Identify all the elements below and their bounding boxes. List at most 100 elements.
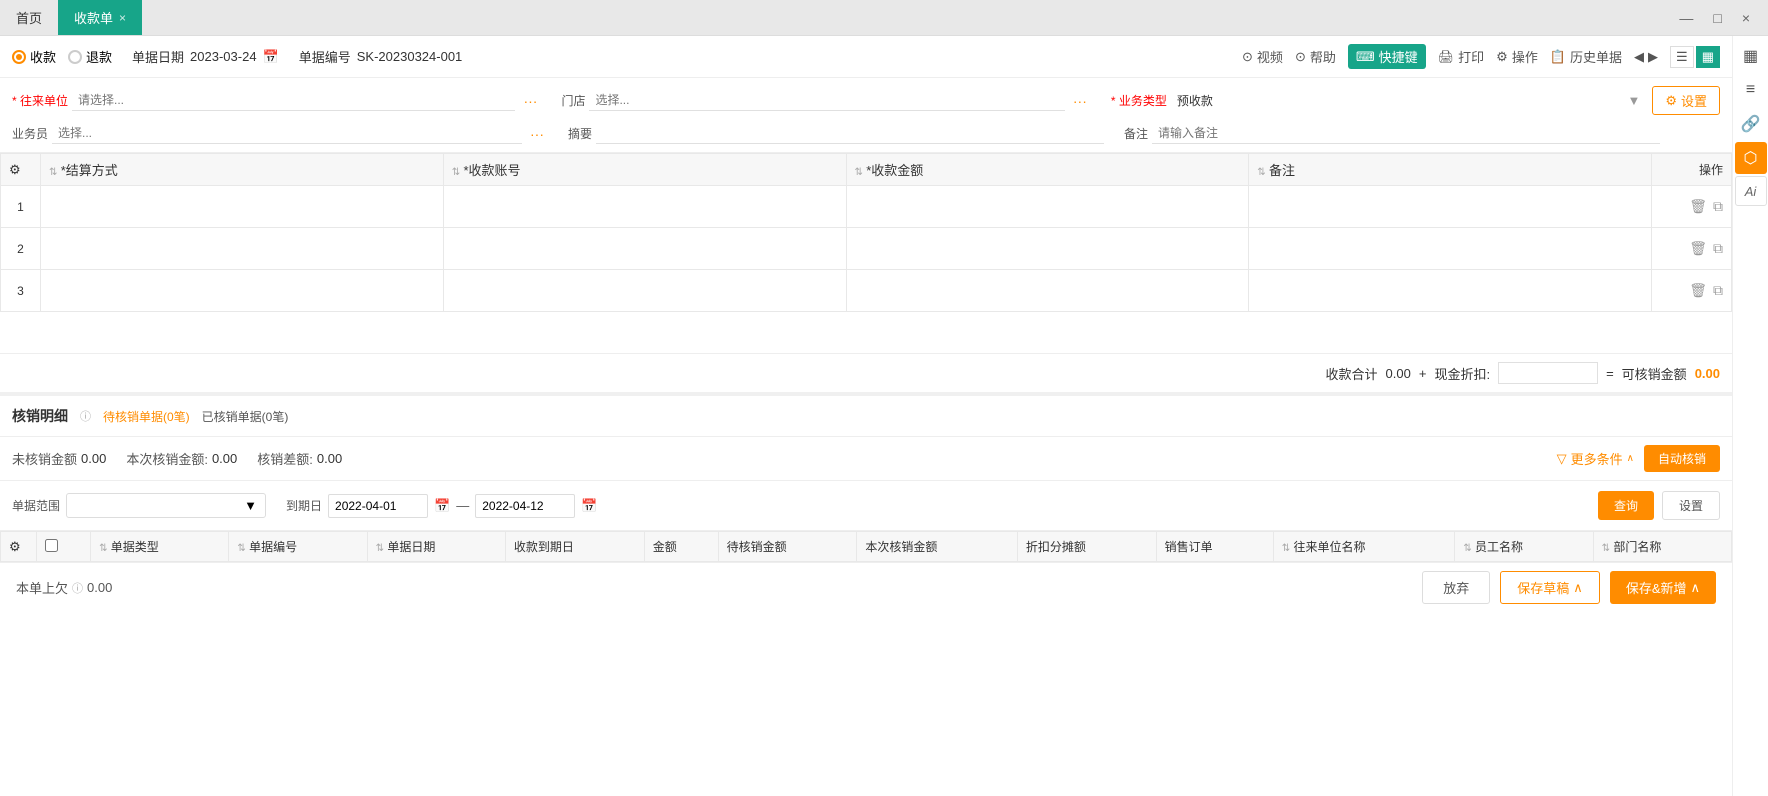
tab-home-label: 首页 — [16, 8, 42, 27]
sidebar-attachment-icon[interactable]: 🔗 — [1735, 108, 1767, 140]
store-label: 门店 — [561, 92, 585, 109]
info-icon[interactable]: ⓘ — [80, 408, 91, 424]
more-conditions-btn[interactable]: ▽ 更多条件 ∧ — [1557, 449, 1634, 468]
copy-row-3-icon[interactable]: ⧉ — [1713, 282, 1723, 299]
salesperson-more-icon[interactable]: ··· — [526, 126, 548, 142]
remark-input-3[interactable] — [1249, 270, 1651, 311]
delete-row-1-icon[interactable]: 🗑 — [1689, 198, 1707, 215]
history-btn[interactable]: 📋 历史单据 — [1550, 47, 1622, 66]
date-calendar-icon[interactable]: 📅 — [263, 49, 279, 65]
settings-button[interactable]: ⚙ 设置 — [1652, 86, 1720, 115]
diff-label: 核销差额: — [257, 449, 313, 468]
discount-input[interactable] — [1498, 362, 1598, 384]
col-account: ⇅ *收款账号 — [443, 154, 846, 186]
save-new-button[interactable]: 保存&新增 ∧ — [1610, 571, 1716, 604]
business-type-value: 预收款 — [1171, 89, 1624, 112]
date-label: 单据日期 — [132, 47, 184, 66]
close-button[interactable]: × — [1736, 8, 1756, 28]
store-input[interactable] — [589, 90, 1064, 111]
prev-icon[interactable]: ◀ — [1634, 49, 1644, 65]
list-view-icon[interactable]: ☰ — [1670, 46, 1694, 68]
print-btn[interactable]: 🖨 打印 — [1438, 47, 1485, 66]
radio-receipt[interactable]: 收款 — [12, 47, 56, 66]
sidebar-expand-icon[interactable]: ⬡ — [1735, 142, 1767, 174]
summary-input[interactable] — [596, 123, 1104, 144]
video-btn[interactable]: ⊙ 视频 — [1242, 47, 1283, 66]
grid-view-icon[interactable]: ▦ — [1696, 46, 1720, 68]
minimize-button[interactable]: — — [1673, 8, 1699, 28]
query-button[interactable]: 查询 — [1598, 491, 1654, 520]
tab-close-icon[interactable]: × — [119, 11, 126, 25]
draft-button[interactable]: 保存草稿 ∧ — [1500, 571, 1600, 604]
remark-input-2[interactable] — [1249, 228, 1651, 269]
tab-receipt[interactable]: 收款单 × — [58, 0, 142, 35]
sidebar-list-icon[interactable]: ≡ — [1735, 74, 1767, 106]
current-label: 本次核销金额: — [126, 449, 208, 468]
date-calendar-start-icon[interactable]: 📅 — [434, 498, 450, 514]
save-btn-label: 保存&新增 — [1626, 578, 1687, 597]
copy-row-1-icon[interactable]: ⧉ — [1713, 198, 1723, 215]
form-row-2: 业务员 ··· 摘要 备注 — [12, 123, 1720, 144]
amount-input-1[interactable] — [847, 186, 1249, 227]
number-field: 单据编号 SK-20230324-001 — [299, 47, 463, 66]
counterpart-input[interactable] — [72, 90, 515, 111]
account-input-3[interactable] — [444, 270, 846, 311]
account-input-2[interactable] — [444, 228, 846, 269]
unverified-value: 0.00 — [81, 451, 106, 466]
col-gear-icon-bt[interactable]: ⚙ — [9, 539, 21, 554]
maximize-button[interactable]: □ — [1707, 8, 1727, 28]
help-btn[interactable]: ⊙ 帮助 — [1295, 47, 1336, 66]
date-calendar-end-icon[interactable]: 📅 — [581, 498, 597, 514]
business-type-label: * 业务类型 — [1111, 92, 1167, 109]
store-more-icon[interactable]: ··· — [1069, 93, 1091, 109]
verification-section: 核销明细 ⓘ 待核销单据(0笔) 已核销单据(0笔) 未核销金额 0.00 本次… — [0, 392, 1732, 562]
range-label: 单据范围 — [12, 497, 60, 514]
tab-home[interactable]: 首页 — [0, 0, 58, 35]
date-start-input[interactable] — [328, 494, 428, 518]
abandon-button[interactable]: 放弃 — [1422, 571, 1490, 604]
amount-input-2[interactable] — [847, 228, 1249, 269]
settlement-input-3[interactable] — [41, 270, 443, 311]
shortcut-label: 快捷键 — [1379, 47, 1418, 66]
total-value: 0.00 — [1386, 366, 1411, 381]
remarks-input[interactable] — [1152, 123, 1660, 144]
row-num-2: 2 — [1, 228, 41, 270]
summary-row: 收款合计 0.00 + 现金折扣: = 可核销金额 0.00 — [0, 353, 1732, 392]
operation-btn[interactable]: ⚙ 操作 — [1496, 47, 1538, 66]
delete-row-2-icon[interactable]: 🗑 — [1689, 240, 1707, 257]
number-value: SK-20230324-001 — [357, 49, 463, 64]
col-settings: ⚙ — [1, 154, 41, 186]
next-icon[interactable]: ▶ — [1648, 49, 1658, 65]
remark-input-1[interactable] — [1249, 186, 1651, 227]
amount-input-3[interactable] — [847, 270, 1249, 311]
filter-settings-button[interactable]: 设置 — [1662, 491, 1720, 520]
tab-pending[interactable]: 待核销单据(0笔) — [103, 408, 190, 425]
sidebar-ai-label[interactable]: Ai — [1735, 176, 1767, 206]
footer-info-icon[interactable]: ⓘ — [72, 580, 83, 596]
tab-done[interactable]: 已核销单据(0笔) — [202, 408, 289, 425]
auto-verify-button[interactable]: 自动核销 — [1644, 445, 1720, 472]
tab-receipt-label: 收款单 — [74, 8, 113, 27]
range-select[interactable]: ▼ — [66, 493, 266, 518]
ai-text: Ai — [1745, 184, 1757, 199]
settlement-input-1[interactable] — [41, 186, 443, 227]
copy-row-2-icon[interactable]: ⧉ — [1713, 240, 1723, 257]
sidebar-table-icon[interactable]: ▦ — [1735, 40, 1767, 72]
counterpart-more-icon[interactable]: ··· — [519, 93, 541, 109]
col-gear-icon[interactable]: ⚙ — [9, 162, 21, 177]
settlement-input-2[interactable] — [41, 228, 443, 269]
salesperson-input[interactable] — [52, 123, 522, 144]
section-tabs: 待核销单据(0笔) 已核销单据(0笔) — [103, 408, 288, 425]
account-input-1[interactable] — [444, 186, 846, 227]
business-type-dropdown-icon[interactable]: ▼ — [1627, 93, 1640, 108]
select-all-checkbox[interactable] — [45, 539, 58, 552]
bottom-table: ⚙ ⇅ 单据类型 ⇅ 单据编号 — [0, 531, 1732, 562]
cell-settlement-1 — [41, 186, 444, 228]
cell-settlement-3 — [41, 270, 444, 312]
shortcut-btn[interactable]: ⌨ 快捷键 — [1348, 44, 1426, 69]
radio-refund[interactable]: 退款 — [68, 47, 112, 66]
date-end-input[interactable] — [475, 494, 575, 518]
delete-row-3-icon[interactable]: 🗑 — [1689, 282, 1707, 299]
right-sidebar: ▦ ≡ 🔗 ⬡ Ai — [1732, 36, 1768, 796]
summary-label: 摘要 — [568, 125, 592, 142]
